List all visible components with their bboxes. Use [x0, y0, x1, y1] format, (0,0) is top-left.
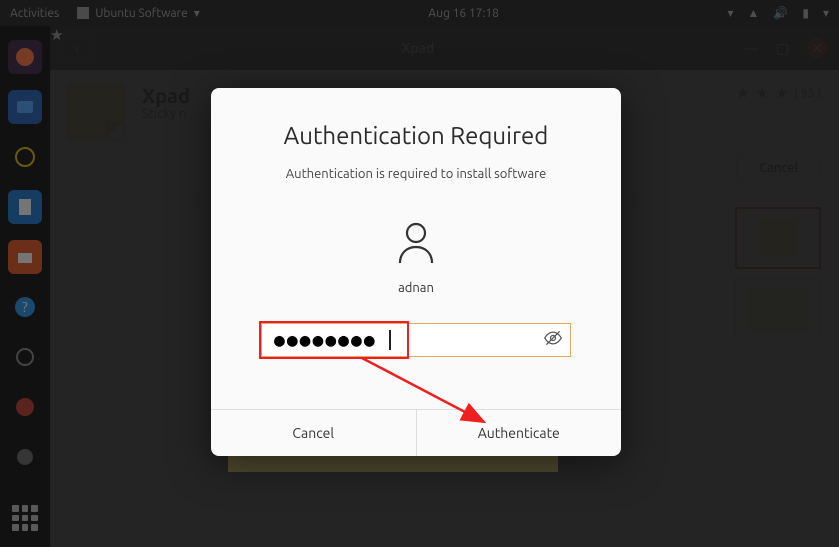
user-icon	[392, 217, 440, 269]
dialog-title: Authentication Required	[284, 122, 549, 149]
toggle-password-visibility-icon[interactable]	[543, 328, 563, 352]
dialog-authenticate-button[interactable]: Authenticate	[416, 410, 622, 456]
dialog-subtitle: Authentication is required to install so…	[286, 167, 547, 181]
text-caret	[389, 330, 391, 350]
dialog-cancel-button[interactable]: Cancel	[211, 410, 416, 456]
username-label: adnan	[398, 281, 434, 295]
auth-dialog: Authentication Required Authentication i…	[211, 88, 621, 456]
password-input[interactable]	[261, 323, 571, 357]
